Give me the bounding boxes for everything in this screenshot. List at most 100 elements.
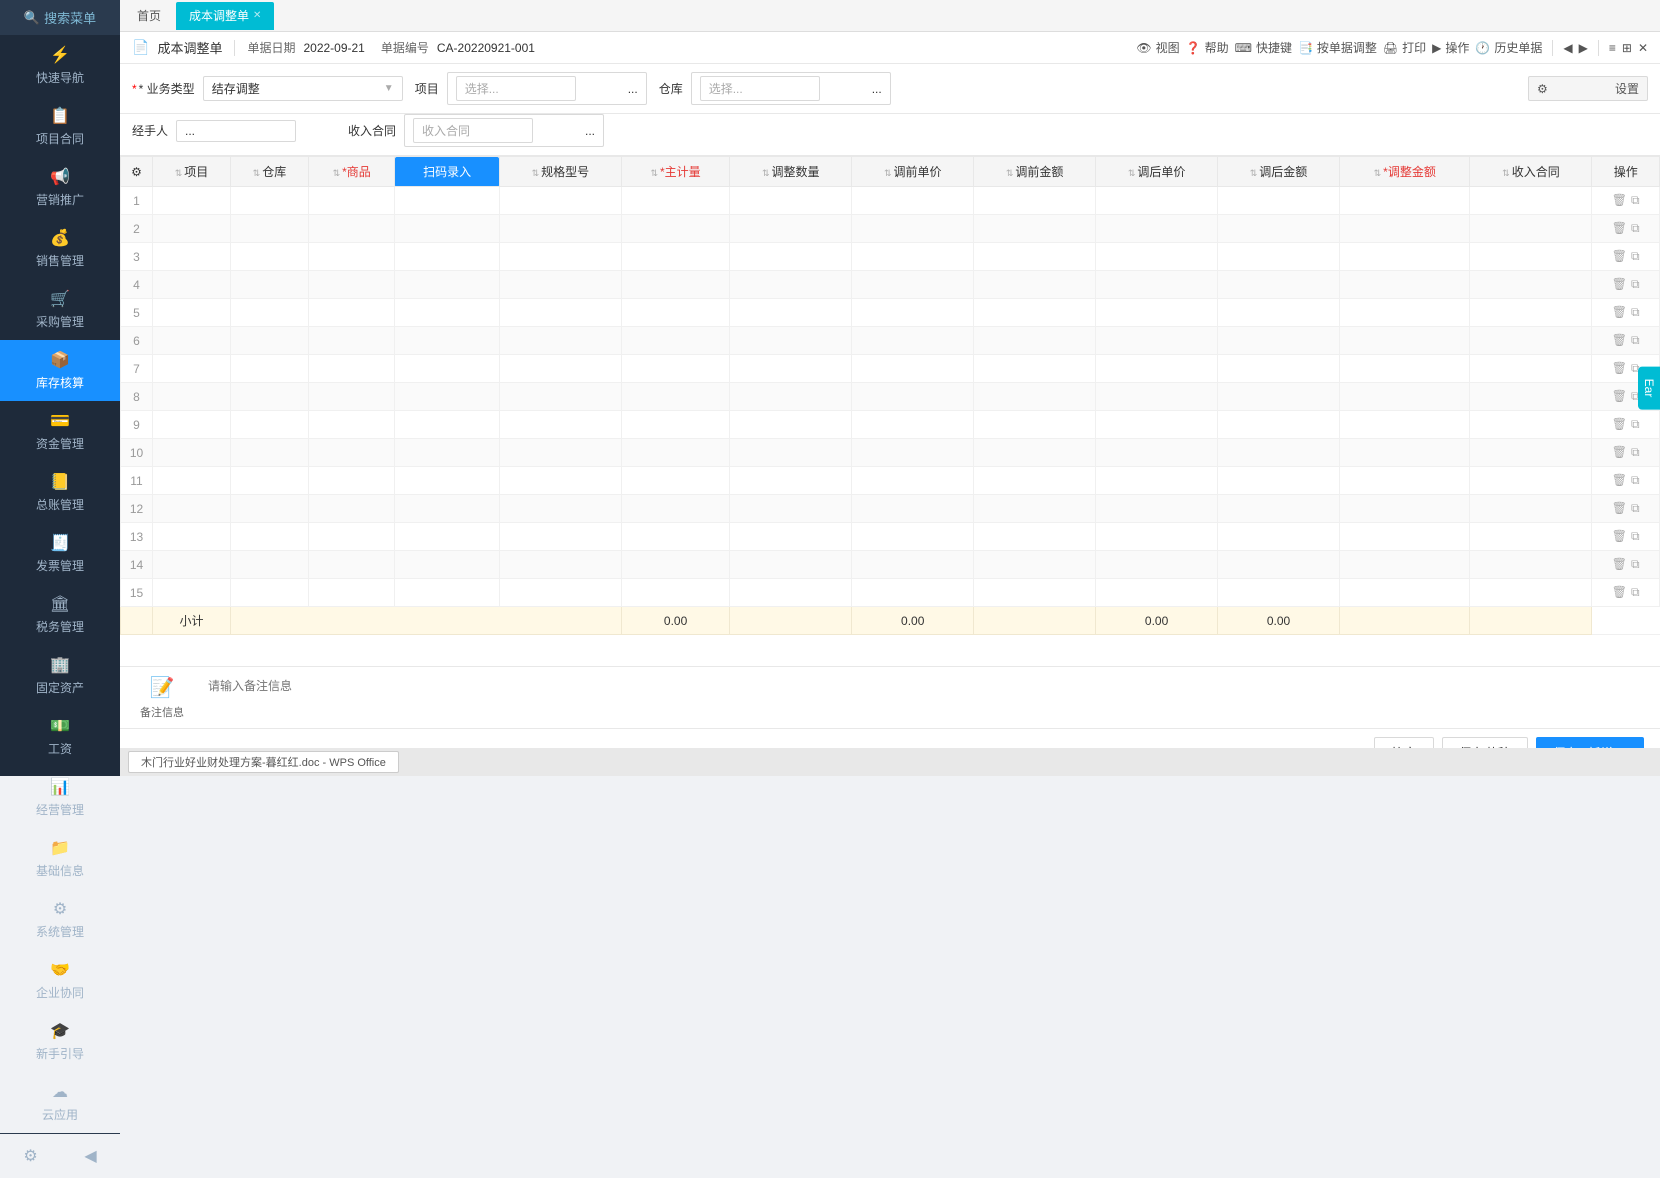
delete-row-icon[interactable]: 🗑: [1612, 333, 1627, 348]
cell[interactable]: [974, 355, 1096, 383]
sidebar-item-inventory[interactable]: 📦 库存核算: [0, 340, 120, 401]
cell[interactable]: [395, 243, 499, 271]
sidebar-search[interactable]: 🔍 搜索菜单: [0, 0, 120, 35]
cell[interactable]: [730, 355, 852, 383]
cell[interactable]: [499, 187, 621, 215]
cell[interactable]: [230, 551, 308, 579]
cell[interactable]: [730, 299, 852, 327]
sidebar-item-tax-mgmt[interactable]: 🏛 税务管理: [0, 584, 120, 645]
cell[interactable]: [308, 411, 395, 439]
col-before-price[interactable]: ⇅调前单价: [852, 157, 974, 187]
cell[interactable]: [308, 495, 395, 523]
sidebar-item-sales-mgmt[interactable]: 💰 销售管理: [0, 218, 120, 279]
delete-row-icon[interactable]: 🗑: [1612, 389, 1627, 404]
window-close-btn[interactable]: ✕: [1638, 41, 1648, 55]
cell[interactable]: [852, 187, 974, 215]
cell[interactable]: [308, 467, 395, 495]
cell[interactable]: [852, 271, 974, 299]
copy-row-icon[interactable]: ⧉: [1631, 445, 1640, 460]
cell[interactable]: [1096, 383, 1218, 411]
cell[interactable]: [230, 215, 308, 243]
cell[interactable]: [230, 243, 308, 271]
cell[interactable]: [852, 355, 974, 383]
project-input[interactable]: 选择... ...: [447, 72, 647, 105]
cell[interactable]: [621, 467, 729, 495]
cell[interactable]: [974, 439, 1096, 467]
cell[interactable]: [730, 243, 852, 271]
cell[interactable]: [852, 495, 974, 523]
cell[interactable]: [974, 187, 1096, 215]
cell[interactable]: [1470, 383, 1592, 411]
cell[interactable]: [395, 355, 499, 383]
income-contract-input[interactable]: 收入合同 ...: [404, 114, 604, 147]
cell[interactable]: [395, 299, 499, 327]
nav-next-btn[interactable]: ▶: [1579, 41, 1588, 55]
cell[interactable]: [1218, 523, 1340, 551]
cell[interactable]: [1340, 523, 1470, 551]
cell[interactable]: [308, 215, 395, 243]
cell[interactable]: [852, 383, 974, 411]
cell[interactable]: [730, 271, 852, 299]
handler-input[interactable]: ...: [176, 120, 296, 142]
delete-row-icon[interactable]: 🗑: [1612, 417, 1627, 432]
print-btn[interactable]: 🖨 打印: [1383, 39, 1426, 56]
delete-row-icon[interactable]: 🗑: [1612, 501, 1627, 516]
cell[interactable]: [1340, 187, 1470, 215]
cell[interactable]: [1470, 327, 1592, 355]
collapse-sidebar-icon[interactable]: ◀: [80, 1142, 100, 1170]
cell[interactable]: [1218, 187, 1340, 215]
cell[interactable]: [499, 439, 621, 467]
cell[interactable]: [153, 383, 231, 411]
cell[interactable]: [499, 551, 621, 579]
cell[interactable]: [852, 215, 974, 243]
copy-row-icon[interactable]: ⧉: [1631, 585, 1640, 600]
cell[interactable]: [1096, 215, 1218, 243]
sidebar-item-system-mgmt[interactable]: ⚙ 系统管理: [0, 889, 120, 950]
cell[interactable]: [153, 243, 231, 271]
cell[interactable]: [1218, 355, 1340, 383]
copy-row-icon[interactable]: ⧉: [1631, 501, 1640, 516]
cell[interactable]: [1096, 523, 1218, 551]
cell[interactable]: [230, 467, 308, 495]
col-adjust-qty[interactable]: ⇅调整数量: [730, 157, 852, 187]
help-btn[interactable]: ❓ 帮助: [1186, 39, 1229, 56]
cell[interactable]: [730, 523, 852, 551]
cell[interactable]: [395, 551, 499, 579]
cell[interactable]: [730, 439, 852, 467]
table-container[interactable]: ⚙ ⇅项目 ⇅仓库 ⇅*商品 扫码录入 ⇅规格型号 ⇅*主计量 ⇅调整数量 ⇅调…: [120, 156, 1660, 666]
cell[interactable]: [499, 271, 621, 299]
cell[interactable]: [621, 495, 729, 523]
cell[interactable]: [499, 383, 621, 411]
layout-list-icon[interactable]: ≡: [1609, 41, 1616, 55]
cell[interactable]: [230, 327, 308, 355]
cell[interactable]: [621, 383, 729, 411]
cell[interactable]: [621, 411, 729, 439]
cell[interactable]: [730, 215, 852, 243]
sidebar-item-basic-info[interactable]: 📁 基础信息: [0, 828, 120, 889]
cell[interactable]: [499, 215, 621, 243]
sidebar-item-cloud-apps[interactable]: ☁ 云应用: [0, 1072, 120, 1133]
delete-row-icon[interactable]: 🗑: [1612, 557, 1627, 572]
cell[interactable]: [153, 579, 231, 607]
cell[interactable]: [1218, 439, 1340, 467]
delete-row-icon[interactable]: 🗑: [1612, 277, 1627, 292]
delete-row-icon[interactable]: 🗑: [1612, 193, 1627, 208]
cell[interactable]: [1470, 271, 1592, 299]
cell[interactable]: [153, 187, 231, 215]
col-warehouse[interactable]: ⇅仓库: [230, 157, 308, 187]
cell[interactable]: [1470, 355, 1592, 383]
sidebar-item-sales-promo[interactable]: 📢 营销推广: [0, 157, 120, 218]
cell[interactable]: [1340, 495, 1470, 523]
sidebar-item-enterprise-coop[interactable]: 🤝 企业协同: [0, 950, 120, 1011]
cell[interactable]: [1096, 495, 1218, 523]
cell[interactable]: [230, 355, 308, 383]
cell[interactable]: [1218, 383, 1340, 411]
cell[interactable]: [621, 327, 729, 355]
cell[interactable]: [621, 187, 729, 215]
tab-close-icon[interactable]: ✕: [253, 10, 261, 21]
cell[interactable]: [1340, 271, 1470, 299]
cell[interactable]: [230, 579, 308, 607]
cell[interactable]: [1340, 467, 1470, 495]
delete-row-icon[interactable]: 🗑: [1612, 473, 1627, 488]
cell[interactable]: [153, 355, 231, 383]
